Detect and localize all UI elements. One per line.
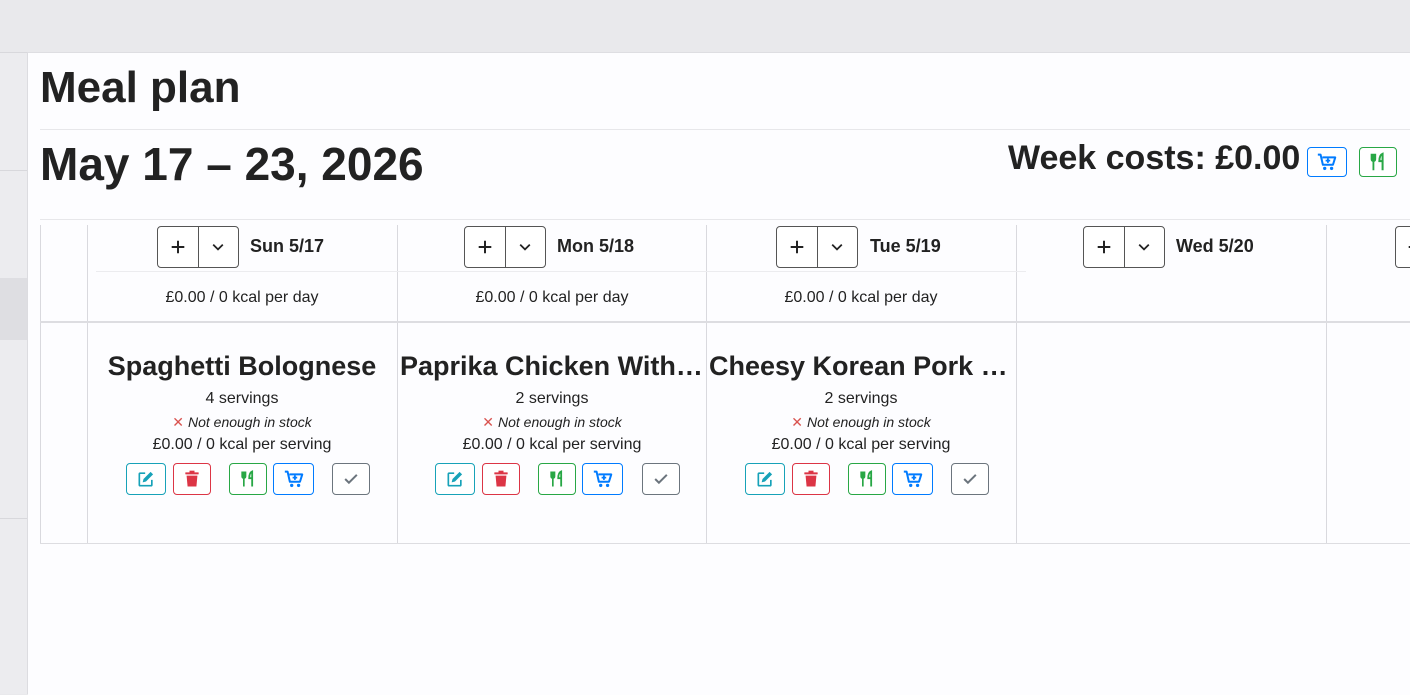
cart-plus-icon	[902, 468, 924, 490]
entry-actions	[707, 463, 1015, 497]
add-meal-button[interactable]	[1084, 227, 1124, 267]
week-add-to-shopping-list-button[interactable]	[1307, 147, 1347, 177]
edit-icon	[755, 469, 775, 489]
meal-plan-entry: Spaghetti Bolognese 4 servings ✕ Not enou…	[88, 351, 396, 497]
add-meal-button-partial[interactable]	[1396, 227, 1410, 267]
mark-done-button[interactable]	[332, 463, 370, 495]
divider	[40, 129, 1410, 130]
day-options-dropdown[interactable]	[1123, 227, 1165, 267]
mark-done-button[interactable]	[951, 463, 989, 495]
trash-icon	[182, 469, 202, 489]
consume-button[interactable]	[229, 463, 267, 495]
add-to-shopping-list-button[interactable]	[582, 463, 623, 495]
add-to-shopping-list-button[interactable]	[273, 463, 314, 495]
chevron-down-icon	[1136, 239, 1152, 255]
entry-actions	[88, 463, 396, 497]
plus-icon	[1095, 238, 1113, 256]
utensils-icon	[547, 469, 567, 489]
chevron-down-icon	[210, 239, 226, 255]
day-button-group	[776, 226, 858, 268]
cart-plus-icon	[1316, 151, 1338, 173]
stock-status: ✕ Not enough in stock	[88, 414, 396, 431]
day-summary: £0.00 / 0 kcal per day	[475, 289, 629, 306]
week-consume-button[interactable]	[1359, 147, 1397, 177]
trash-icon	[491, 469, 511, 489]
week-range-title: May 17 – 23, 2026	[40, 138, 424, 190]
delete-button[interactable]	[482, 463, 520, 495]
plus-icon	[169, 238, 187, 256]
x-icon: ✕	[172, 414, 184, 430]
day-button-group	[1083, 226, 1165, 268]
mark-done-button[interactable]	[642, 463, 680, 495]
meal-plan-entry: Cheesy Korean Pork S… 2 servings ✕ Not en…	[707, 351, 1015, 497]
utensils-icon	[238, 469, 258, 489]
stock-status-text: Not enough in stock	[497, 414, 622, 430]
day-label: Mon 5/18	[557, 236, 635, 256]
plus-icon	[788, 238, 806, 256]
meal-plan-panel: Meal plan May 17 – 23, 2026 Week costs: …	[28, 52, 1410, 695]
check-icon	[651, 469, 671, 489]
day-label: Tue 5/19	[870, 236, 941, 256]
day-label: Wed 5/20	[1176, 236, 1254, 256]
check-icon	[341, 469, 361, 489]
day-options-dropdown[interactable]	[816, 227, 858, 267]
chevron-down-icon	[517, 239, 533, 255]
recipe-name[interactable]: Paprika Chicken With …	[398, 351, 706, 382]
stock-status: ✕ Not enough in stock	[398, 414, 706, 431]
week-costs-label: Week costs: £0.00	[1008, 139, 1301, 177]
x-icon: ✕	[482, 414, 494, 430]
cart-plus-icon	[283, 468, 305, 490]
chevron-down-icon	[829, 239, 845, 255]
recipe-name[interactable]: Spaghetti Bolognese	[88, 351, 396, 382]
delete-button[interactable]	[792, 463, 830, 495]
utensils-icon	[857, 469, 877, 489]
day-button-group	[157, 226, 239, 268]
day-options-dropdown[interactable]	[197, 227, 239, 267]
serving-cost: £0.00 / 0 kcal per serving	[462, 436, 642, 453]
recipe-name[interactable]: Cheesy Korean Pork S…	[707, 351, 1015, 382]
meal-plan-entry: Paprika Chicken With … 2 servings ✕ Not e…	[398, 351, 706, 497]
check-icon	[960, 469, 980, 489]
stock-status-text: Not enough in stock	[806, 414, 931, 430]
cart-plus-icon	[592, 468, 614, 490]
day-button-group	[464, 226, 546, 268]
delete-button[interactable]	[173, 463, 211, 495]
stock-status-text: Not enough in stock	[187, 414, 312, 430]
day-options-dropdown[interactable]	[504, 227, 546, 267]
add-meal-button[interactable]	[465, 227, 505, 267]
edit-button[interactable]	[126, 463, 166, 495]
page-title: Meal plan	[40, 63, 241, 112]
utensils-icon	[1367, 151, 1389, 173]
edit-button[interactable]	[435, 463, 475, 495]
serving-cost: £0.00 / 0 kcal per serving	[771, 436, 951, 453]
add-meal-button[interactable]	[777, 227, 817, 267]
edit-icon	[445, 469, 465, 489]
x-icon: ✕	[791, 414, 803, 430]
serving-cost: £0.00 / 0 kcal per serving	[152, 436, 332, 453]
stock-status: ✕ Not enough in stock	[707, 414, 1015, 431]
add-to-shopping-list-button[interactable]	[892, 463, 933, 495]
day-summary: £0.00 / 0 kcal per day	[784, 289, 938, 306]
background-sidebar	[0, 52, 28, 694]
consume-button[interactable]	[538, 463, 576, 495]
entry-actions	[398, 463, 706, 497]
add-meal-button[interactable]	[1395, 226, 1410, 268]
day-label: Sun 5/17	[250, 236, 325, 256]
servings-label: 4 servings	[205, 390, 279, 407]
edit-button[interactable]	[745, 463, 785, 495]
day-summary: £0.00 / 0 kcal per day	[165, 289, 319, 306]
divider	[40, 219, 1410, 220]
consume-button[interactable]	[848, 463, 886, 495]
add-meal-button[interactable]	[158, 227, 198, 267]
plus-icon	[1406, 238, 1410, 256]
trash-icon	[801, 469, 821, 489]
edit-icon	[136, 469, 156, 489]
servings-label: 2 servings	[824, 390, 898, 407]
calendar-grid: Sun 5/17 Mon 5/18 Tue 5/19 Wed 5/20 £0.0…	[40, 221, 1410, 544]
plus-icon	[476, 238, 494, 256]
servings-label: 2 servings	[515, 390, 589, 407]
